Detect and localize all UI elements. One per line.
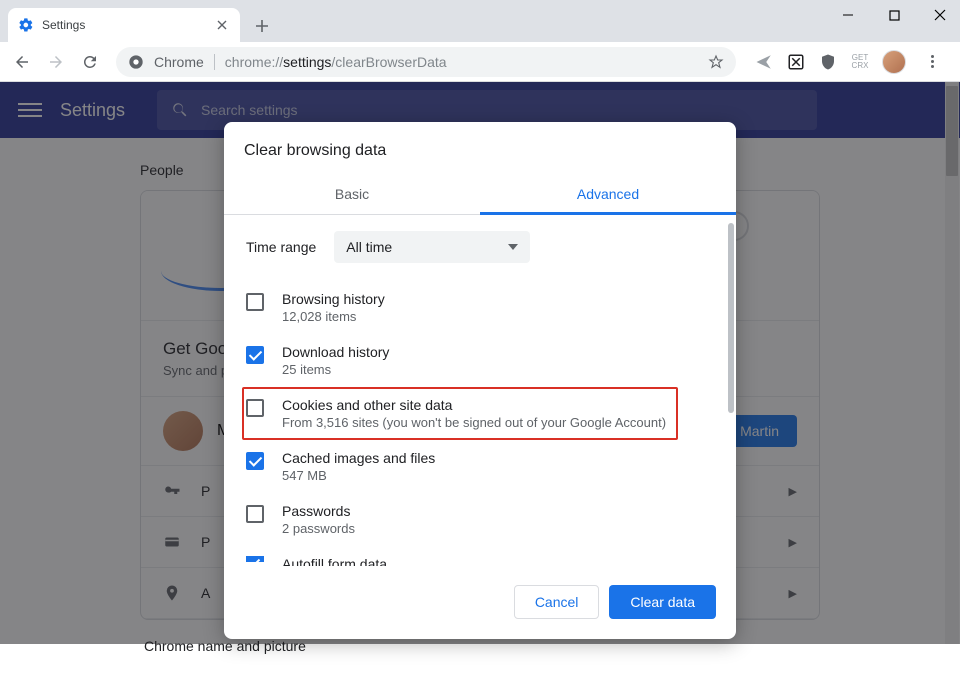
back-button[interactable] (8, 48, 36, 76)
checkbox-cached[interactable] (246, 452, 264, 470)
modal-overlay: Clear browsing data Basic Advanced Time … (0, 82, 960, 644)
window-close-button[interactable] (926, 4, 954, 26)
item-autofill[interactable]: Autofill form data (242, 546, 730, 566)
item-cached[interactable]: Cached images and files547 MB (242, 440, 730, 493)
extension-icon-crx[interactable]: GET CRX (850, 52, 870, 72)
cancel-button[interactable]: Cancel (514, 585, 600, 619)
forward-button[interactable] (42, 48, 70, 76)
maximize-button[interactable] (880, 4, 908, 26)
browser-tab[interactable]: Settings (8, 8, 240, 42)
dialog-tabs: Basic Advanced (224, 174, 736, 215)
dialog-footer: Cancel Clear data (224, 566, 736, 639)
dialog-body: Time range All time Browsing history12,0… (224, 215, 736, 566)
checkbox-download-history[interactable] (246, 346, 264, 364)
dialog-scrollbar[interactable] (728, 223, 736, 558)
chevron-down-icon (508, 244, 518, 250)
address-bar[interactable]: Chrome chrome://settings/clearBrowserDat… (116, 47, 736, 77)
minimize-button[interactable] (834, 4, 862, 26)
clear-browsing-data-dialog: Clear browsing data Basic Advanced Time … (224, 122, 736, 639)
extension-icon-sendto[interactable] (754, 52, 774, 72)
extensions-area: GET CRX (748, 48, 952, 76)
profile-avatar[interactable] (882, 50, 906, 74)
item-passwords[interactable]: Passwords2 passwords (242, 493, 730, 546)
dialog-scrollbar-thumb[interactable] (728, 223, 734, 413)
browser-toolbar: Chrome chrome://settings/clearBrowserDat… (0, 42, 960, 82)
dialog-title: Clear browsing data (224, 122, 736, 174)
checkbox-autofill[interactable] (246, 556, 264, 562)
time-range-row: Time range All time (242, 231, 730, 263)
clear-data-button[interactable]: Clear data (609, 585, 716, 619)
clear-items-list: Browsing history12,028 items Download hi… (242, 281, 730, 566)
browser-titlebar: Settings (0, 0, 960, 42)
checkbox-browsing-history[interactable] (246, 293, 264, 311)
time-range-label: Time range (246, 239, 316, 255)
chrome-icon (128, 54, 144, 70)
omnibox-origin: Chrome (154, 54, 215, 70)
close-icon[interactable] (214, 17, 230, 33)
reload-button[interactable] (76, 48, 104, 76)
bookmark-star-icon[interactable] (708, 54, 724, 70)
new-tab-button[interactable] (248, 12, 276, 40)
item-download-history[interactable]: Download history25 items (242, 334, 730, 387)
tab-title: Settings (42, 18, 206, 32)
gear-icon (18, 17, 34, 33)
extension-icon-blocker[interactable] (786, 52, 806, 72)
checkbox-passwords[interactable] (246, 505, 264, 523)
checkbox-cookies[interactable] (246, 399, 264, 417)
time-range-value: All time (346, 239, 392, 255)
item-cookies[interactable]: Cookies and other site dataFrom 3,516 si… (242, 387, 678, 440)
browser-menu-button[interactable] (918, 48, 946, 76)
tab-advanced[interactable]: Advanced (480, 174, 736, 214)
omnibox-url: chrome://settings/clearBrowserData (225, 54, 698, 70)
item-browsing-history[interactable]: Browsing history12,028 items (242, 281, 730, 334)
tab-basic[interactable]: Basic (224, 174, 480, 214)
time-range-select[interactable]: All time (334, 231, 530, 263)
window-controls (834, 4, 954, 26)
extension-icon-shield[interactable] (818, 52, 838, 72)
